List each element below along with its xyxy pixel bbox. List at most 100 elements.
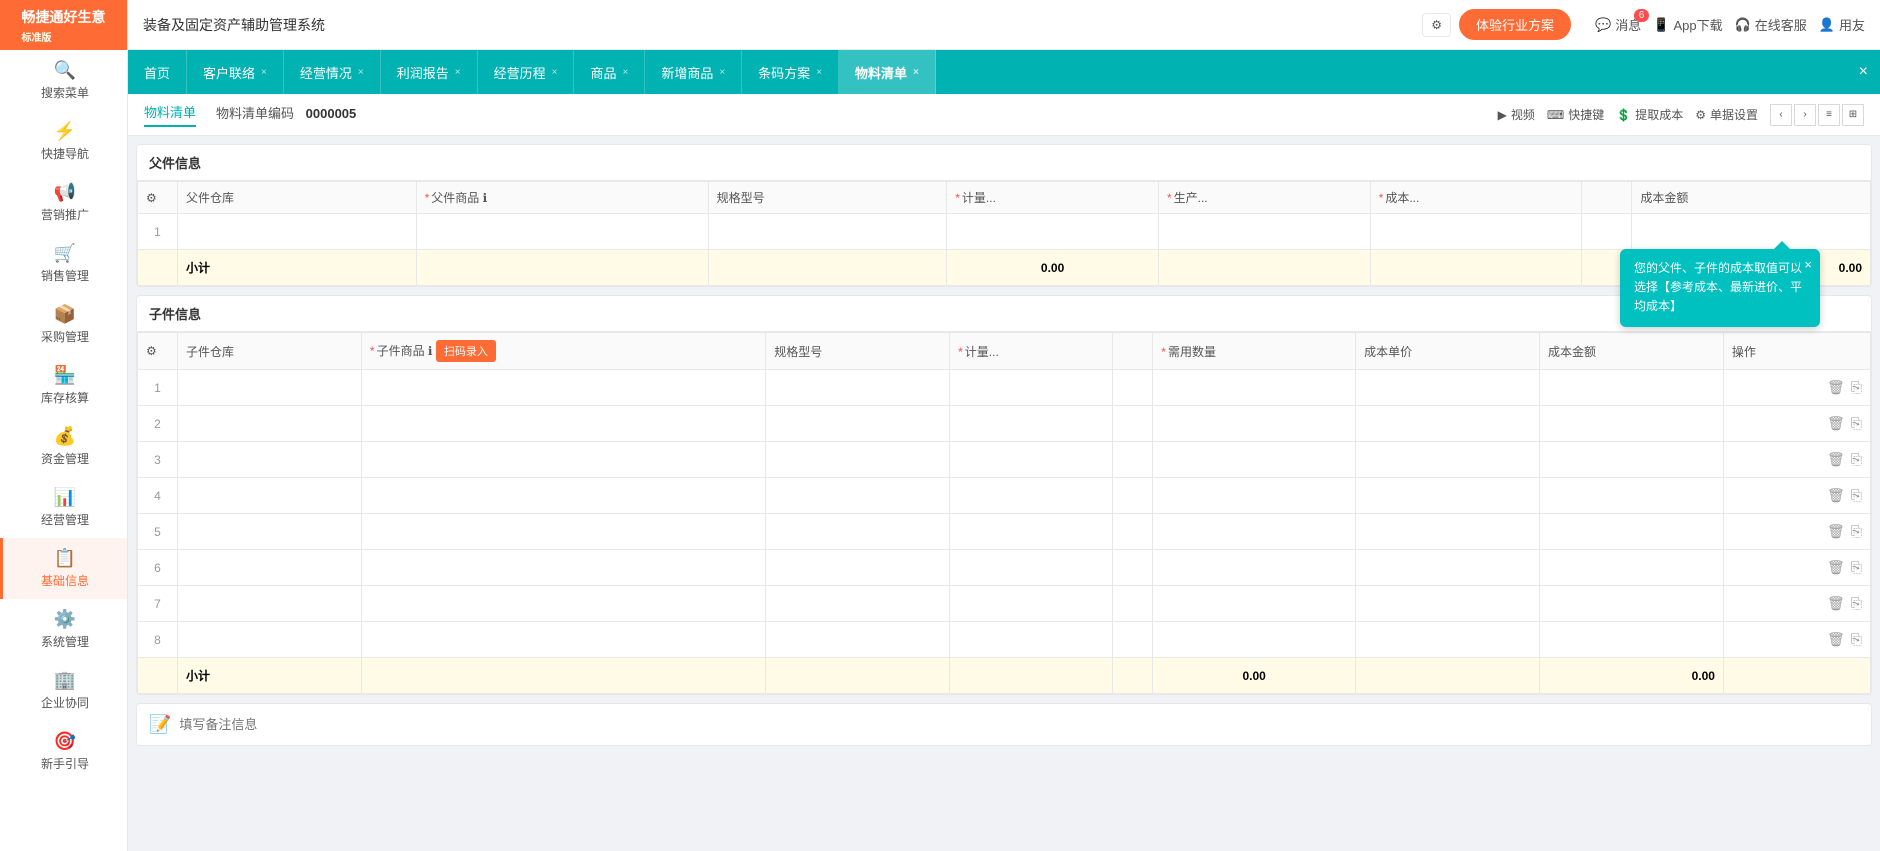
single-settings-action[interactable]: ⚙ 单据设置 xyxy=(1695,106,1758,123)
sidebar-item-guide[interactable]: 🎯 新手引导 xyxy=(0,721,127,782)
child-goods-cell[interactable] xyxy=(361,586,765,622)
child-spec-cell[interactable] xyxy=(766,370,950,406)
tab-close-icon[interactable]: × xyxy=(455,67,461,78)
delete-icon[interactable]: 🗑 xyxy=(1827,631,1845,648)
copy-icon[interactable]: ⎘ xyxy=(1851,451,1862,468)
app-download-action[interactable]: 📱 App下载 xyxy=(1653,15,1722,34)
sidebar-item-finance[interactable]: 💰 资金管理 xyxy=(0,416,127,477)
user-action[interactable]: 👤 用友 xyxy=(1819,15,1865,34)
child-goods-cell[interactable] xyxy=(361,478,765,514)
nav-menu-button[interactable]: ≡ xyxy=(1818,104,1840,126)
tab-customers[interactable]: 客户联络 × xyxy=(187,50,284,94)
tab-operations-history[interactable]: 经营历程 × xyxy=(478,50,575,94)
tab-home[interactable]: 首页 xyxy=(128,50,187,94)
tab-close-icon[interactable]: × xyxy=(913,67,919,78)
settings-button[interactable]: ⚙ xyxy=(1422,13,1451,37)
child-goods-cell[interactable] xyxy=(361,550,765,586)
child-col-settings[interactable]: ⚙ xyxy=(138,333,178,370)
copy-icon[interactable]: ⎘ xyxy=(1851,415,1862,432)
child-unit-cell[interactable] xyxy=(950,370,1113,406)
tab-close-icon[interactable]: × xyxy=(816,67,822,78)
copy-icon[interactable]: ⎘ xyxy=(1851,559,1862,576)
child-unit-cell[interactable] xyxy=(950,586,1113,622)
tab-close-icon[interactable]: × xyxy=(358,67,364,78)
child-cost-unit-cell[interactable] xyxy=(1356,442,1540,478)
child-spec-cell[interactable] xyxy=(766,442,950,478)
sidebar-item-sales[interactable]: 🛒 销售管理 xyxy=(0,233,127,294)
delete-icon[interactable]: 🗑 xyxy=(1827,451,1845,468)
sidebar-item-inventory[interactable]: 🏪 库存核算 xyxy=(0,355,127,416)
tab-goods[interactable]: 商品 × xyxy=(574,50,645,94)
child-spec-cell[interactable] xyxy=(766,478,950,514)
online-support-action[interactable]: 🎧 在线客服 xyxy=(1735,15,1807,34)
parent-col-settings[interactable]: ⚙ xyxy=(138,182,178,214)
parent-spec-cell[interactable] xyxy=(708,214,947,250)
delete-icon[interactable]: 🗑 xyxy=(1827,487,1845,504)
child-needed-qty-cell[interactable] xyxy=(1153,406,1356,442)
tab-close-icon[interactable]: × xyxy=(261,67,267,78)
delete-icon[interactable]: 🗑 xyxy=(1827,559,1845,576)
child-needed-qty-cell[interactable] xyxy=(1153,478,1356,514)
child-cost-unit-cell[interactable] xyxy=(1356,586,1540,622)
video-action[interactable]: ▶ 视频 xyxy=(1498,106,1535,123)
messages-action[interactable]: 💬 消息 6 xyxy=(1595,15,1641,34)
child-cost-unit-cell[interactable] xyxy=(1356,478,1540,514)
sub-tab-bom-list[interactable]: 物料清单 xyxy=(144,102,196,127)
child-cost-unit-cell[interactable] xyxy=(1356,550,1540,586)
child-spec-cell[interactable] xyxy=(766,514,950,550)
tooltip-close-button[interactable]: × xyxy=(1804,255,1812,276)
sidebar-item-purchase[interactable]: 📦 采购管理 xyxy=(0,294,127,355)
child-cost-unit-cell[interactable] xyxy=(1356,370,1540,406)
child-unit-cell[interactable] xyxy=(950,550,1113,586)
sidebar-item-operations[interactable]: 📊 经营管理 xyxy=(0,477,127,538)
child-warehouse-cell[interactable] xyxy=(178,550,362,586)
child-unit-cell[interactable] xyxy=(950,622,1113,658)
copy-icon[interactable]: ⎘ xyxy=(1851,487,1862,504)
sidebar-item-quick-nav[interactable]: ⚡ 快捷导航 xyxy=(0,111,127,172)
sidebar-item-enterprise[interactable]: 🏢 企业协同 xyxy=(0,660,127,721)
nav-grid-button[interactable]: ⊞ xyxy=(1842,104,1864,126)
child-unit-cell[interactable] xyxy=(950,406,1113,442)
parent-cost-cell[interactable] xyxy=(1370,214,1582,250)
child-spec-cell[interactable] xyxy=(766,406,950,442)
delete-icon[interactable]: 🗑 xyxy=(1827,595,1845,612)
child-spec-cell[interactable] xyxy=(766,550,950,586)
tab-close-icon[interactable]: × xyxy=(719,67,725,78)
child-goods-cell[interactable] xyxy=(361,406,765,442)
delete-icon[interactable]: 🗑 xyxy=(1827,415,1845,432)
copy-icon[interactable]: ⎘ xyxy=(1851,595,1862,612)
tab-operations-status[interactable]: 经营情况 × xyxy=(284,50,381,94)
note-input[interactable] xyxy=(179,717,1859,732)
child-warehouse-cell[interactable] xyxy=(178,406,362,442)
experience-button[interactable]: 体验行业方案 xyxy=(1459,9,1571,40)
delete-icon[interactable]: 🗑 xyxy=(1827,379,1845,396)
child-needed-qty-cell[interactable] xyxy=(1153,514,1356,550)
child-cost-unit-cell[interactable] xyxy=(1356,514,1540,550)
tab-close-icon[interactable]: × xyxy=(622,67,628,78)
nav-prev-button[interactable]: ‹ xyxy=(1770,104,1792,126)
sidebar-item-basic-info[interactable]: 📋 基础信息 xyxy=(0,538,127,599)
child-cost-unit-cell[interactable] xyxy=(1356,622,1540,658)
tab-close-icon[interactable]: × xyxy=(552,67,558,78)
child-warehouse-cell[interactable] xyxy=(178,622,362,658)
child-needed-qty-cell[interactable] xyxy=(1153,442,1356,478)
close-all-button[interactable]: × xyxy=(1847,50,1880,94)
tab-bom-list[interactable]: 物料清单 × xyxy=(839,50,936,94)
parent-production-cell[interactable] xyxy=(1158,214,1370,250)
child-goods-cell[interactable] xyxy=(361,370,765,406)
nav-next-button[interactable]: › xyxy=(1794,104,1816,126)
sidebar-item-search[interactable]: 🔍 搜索菜单 xyxy=(0,50,127,111)
child-needed-qty-cell[interactable] xyxy=(1153,370,1356,406)
parent-warehouse-cell[interactable] xyxy=(178,214,417,250)
copy-icon[interactable]: ⎘ xyxy=(1851,631,1862,648)
child-warehouse-cell[interactable] xyxy=(178,586,362,622)
child-warehouse-cell[interactable] xyxy=(178,370,362,406)
shortcuts-action[interactable]: ⌨ 快捷键 xyxy=(1547,106,1604,123)
child-needed-qty-cell[interactable] xyxy=(1153,550,1356,586)
copy-icon[interactable]: ⎘ xyxy=(1851,523,1862,540)
bom-code-label[interactable]: 物料清单编码 xyxy=(216,106,294,121)
sidebar-item-marketing[interactable]: 📢 营销推广 xyxy=(0,172,127,233)
child-goods-cell[interactable] xyxy=(361,514,765,550)
child-spec-cell[interactable] xyxy=(766,622,950,658)
parent-unit-cell[interactable] xyxy=(947,214,1159,250)
